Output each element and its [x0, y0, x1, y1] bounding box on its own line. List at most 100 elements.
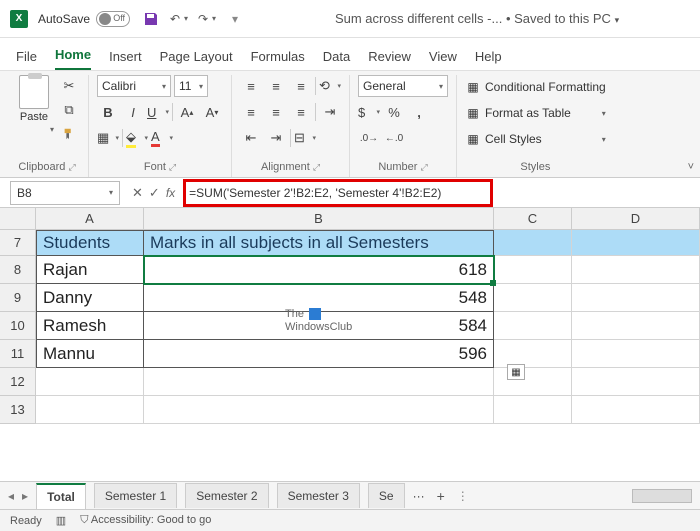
more-sheets-icon[interactable]: ··· — [413, 489, 425, 503]
smart-tag-icon[interactable]: ▦ — [507, 364, 525, 380]
cell[interactable]: 584 — [144, 312, 494, 340]
redo-icon[interactable]: ↷▾ — [198, 10, 216, 28]
column-header[interactable]: A — [36, 208, 144, 230]
sheet-tab[interactable]: Semester 1 — [94, 483, 177, 508]
increase-font-icon[interactable]: A▴ — [176, 101, 198, 123]
decrease-font-icon[interactable]: A▾ — [201, 101, 223, 123]
qat-dropdown-icon[interactable]: ▾ — [226, 10, 244, 28]
increase-indent-icon[interactable]: ⇥ — [265, 127, 287, 149]
column-header[interactable]: D — [572, 208, 700, 230]
launcher-icon[interactable]: ⤢ — [420, 162, 427, 173]
workbook-stats-icon[interactable]: ▥ — [56, 514, 66, 527]
cell[interactable] — [494, 256, 572, 284]
currency-icon[interactable]: $▾ — [358, 101, 380, 123]
sheet-nav-next-icon[interactable]: ▸ — [22, 489, 28, 503]
fill-color-icon[interactable]: ⬙▾ — [126, 127, 148, 149]
format-painter-icon[interactable] — [58, 123, 80, 145]
cell[interactable]: Mannu — [36, 340, 144, 368]
sheet-tab[interactable]: Semester 2 — [185, 483, 268, 508]
tab-insert[interactable]: Insert — [109, 49, 142, 70]
cell[interactable] — [572, 256, 700, 284]
row-header[interactable]: 9 — [0, 284, 36, 312]
number-format-select[interactable]: General▾ — [358, 75, 448, 97]
cell[interactable] — [572, 340, 700, 368]
cell[interactable] — [494, 340, 572, 368]
row-header[interactable]: 7 — [0, 230, 36, 256]
italic-button[interactable]: I — [122, 101, 144, 123]
tab-home[interactable]: Home — [55, 47, 91, 70]
comma-icon[interactable]: , — [408, 101, 430, 123]
cell[interactable] — [494, 368, 572, 396]
copy-icon[interactable]: ⧉ — [58, 99, 80, 121]
increase-decimal-icon[interactable]: .0→ — [358, 127, 380, 149]
borders-icon[interactable]: ▦▾ — [97, 127, 119, 149]
name-box[interactable]: B8▾ — [10, 181, 120, 205]
accept-formula-icon[interactable]: ✓ — [149, 185, 160, 201]
align-bottom-icon[interactable]: ≡ — [290, 75, 312, 97]
column-header[interactable]: C — [494, 208, 572, 230]
tab-formulas[interactable]: Formulas — [251, 49, 305, 70]
select-all-corner[interactable] — [0, 208, 36, 230]
merge-icon[interactable]: ⊟▾ — [294, 127, 316, 149]
toggle-switch[interactable]: Off — [96, 11, 130, 27]
conditional-formatting-button[interactable]: ▦Conditional Formatting — [465, 75, 606, 99]
font-color-icon[interactable]: A▾ — [151, 127, 173, 149]
align-middle-icon[interactable]: ≡ — [265, 75, 287, 97]
wrap-text-icon[interactable]: ⇥ — [319, 101, 341, 123]
cell[interactable] — [36, 368, 144, 396]
row-header[interactable]: 8 — [0, 256, 36, 284]
decrease-indent-icon[interactable]: ⇤ — [240, 127, 262, 149]
cell[interactable] — [572, 368, 700, 396]
tab-data[interactable]: Data — [323, 49, 350, 70]
cell[interactable] — [494, 284, 572, 312]
add-sheet-icon[interactable]: + — [433, 488, 449, 504]
cancel-formula-icon[interactable]: ✕ — [132, 185, 143, 201]
tab-page-layout[interactable]: Page Layout — [160, 49, 233, 70]
tab-view[interactable]: View — [429, 49, 457, 70]
cell[interactable]: 548 — [144, 284, 494, 312]
tab-review[interactable]: Review — [368, 49, 411, 70]
cell[interactable] — [494, 396, 572, 424]
align-top-icon[interactable]: ≡ — [240, 75, 262, 97]
cell[interactable]: Danny — [36, 284, 144, 312]
cell[interactable] — [36, 396, 144, 424]
underline-button[interactable]: U▾ — [147, 101, 169, 123]
tab-file[interactable]: File — [16, 49, 37, 70]
undo-icon[interactable]: ↶▾ — [170, 10, 188, 28]
sheet-tab[interactable]: Total — [36, 483, 86, 509]
cell[interactable] — [572, 312, 700, 340]
launcher-icon[interactable]: ⤢ — [313, 162, 320, 173]
percent-icon[interactable]: % — [383, 101, 405, 123]
cell[interactable]: 596 — [144, 340, 494, 368]
cell[interactable] — [144, 396, 494, 424]
tab-help[interactable]: Help — [475, 49, 502, 70]
cut-icon[interactable]: ✂ — [58, 75, 80, 97]
launcher-icon[interactable]: ⤢ — [169, 162, 176, 173]
sheet-tab[interactable]: Semester 3 — [277, 483, 360, 508]
sheet-tab[interactable]: Se — [368, 483, 405, 508]
font-name-select[interactable]: Calibri▾ — [97, 75, 171, 97]
cell[interactable] — [494, 230, 572, 256]
fx-icon[interactable]: fx — [166, 186, 175, 200]
paste-button[interactable]: Paste ▾ — [14, 75, 54, 159]
orientation-icon[interactable]: ⟲▾ — [319, 75, 341, 97]
spreadsheet-grid[interactable]: A B C D 7 Students Marks in all subjects… — [0, 208, 700, 424]
row-header[interactable]: 12 — [0, 368, 36, 396]
cell[interactable]: Marks in all subjects in all Semesters — [144, 230, 494, 256]
cell[interactable] — [572, 230, 700, 256]
cell[interactable] — [494, 312, 572, 340]
cell-styles-button[interactable]: ▦Cell Styles ▾ — [465, 127, 606, 151]
collapse-ribbon-icon[interactable]: ˅ — [688, 161, 694, 173]
align-center-icon[interactable]: ≡ — [265, 101, 287, 123]
align-left-icon[interactable]: ≡ — [240, 101, 262, 123]
column-header[interactable]: B — [144, 208, 494, 230]
formula-input[interactable]: =SUM('Semester 2'!B2:E2, 'Semester 4'!B2… — [181, 181, 700, 205]
cell[interactable]: Students — [36, 230, 144, 256]
autosave-toggle[interactable]: AutoSave Off — [38, 11, 130, 27]
format-as-table-button[interactable]: ▦Format as Table ▾ — [465, 101, 606, 125]
cell[interactable] — [572, 284, 700, 312]
cell[interactable] — [572, 396, 700, 424]
cell[interactable] — [144, 368, 494, 396]
font-size-select[interactable]: 11▾ — [174, 75, 208, 97]
save-icon[interactable] — [142, 10, 160, 28]
